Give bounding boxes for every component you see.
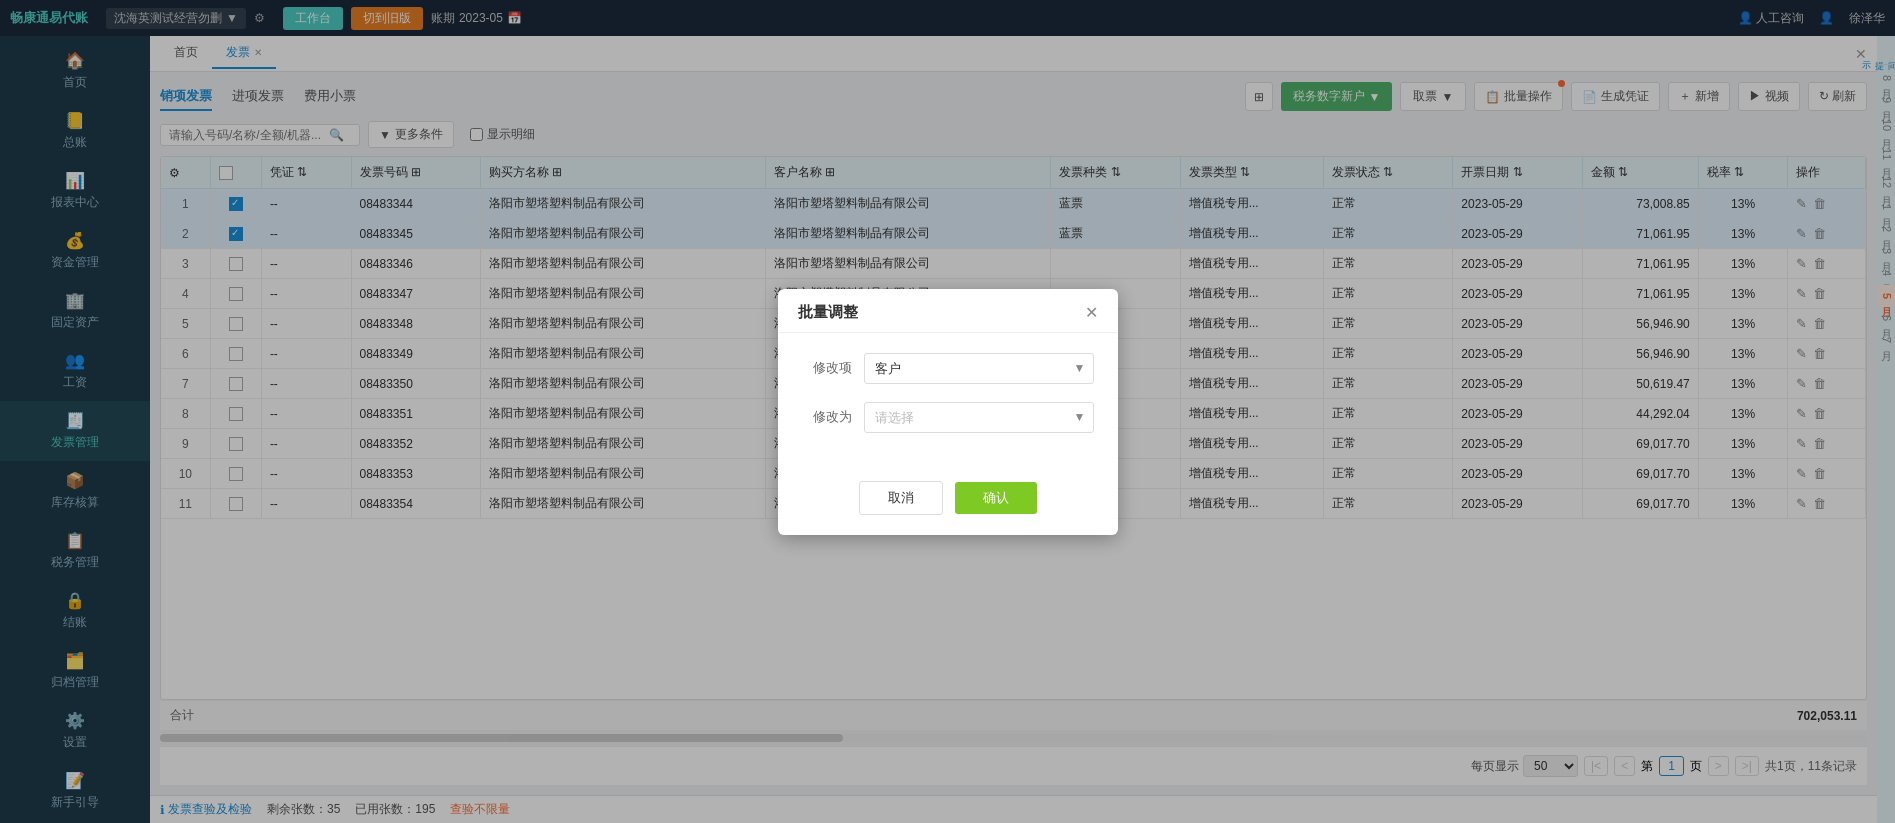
modify-field-row: 修改项 客户 ▼ — [802, 353, 1094, 384]
modify-value-label: 修改为 — [802, 408, 852, 426]
modal-confirm-button[interactable]: 确认 — [955, 482, 1037, 514]
modify-value-row: 修改为 请选择 ▼ — [802, 402, 1094, 433]
modify-value-select[interactable]: 请选择 — [864, 402, 1094, 433]
modal-title: 批量调整 — [798, 303, 858, 322]
modal-cancel-button[interactable]: 取消 — [859, 481, 943, 515]
modify-field-select-wrap: 客户 ▼ — [864, 353, 1094, 384]
modal-footer: 取消 确认 — [778, 471, 1118, 535]
modal-close-button[interactable]: ✕ — [1085, 303, 1098, 322]
modal-body: 修改项 客户 ▼ 修改为 请选择 ▼ — [778, 333, 1118, 471]
modal-header: 批量调整 ✕ — [778, 289, 1118, 333]
modify-field-label: 修改项 — [802, 359, 852, 377]
modify-field-select[interactable]: 客户 — [864, 353, 1094, 384]
modal-overlay: 批量调整 ✕ 修改项 客户 ▼ 修改为 请选择 ▼ — [0, 0, 1895, 823]
modify-value-select-wrap: 请选择 ▼ — [864, 402, 1094, 433]
batch-adjust-modal: 批量调整 ✕ 修改项 客户 ▼ 修改为 请选择 ▼ — [778, 289, 1118, 535]
